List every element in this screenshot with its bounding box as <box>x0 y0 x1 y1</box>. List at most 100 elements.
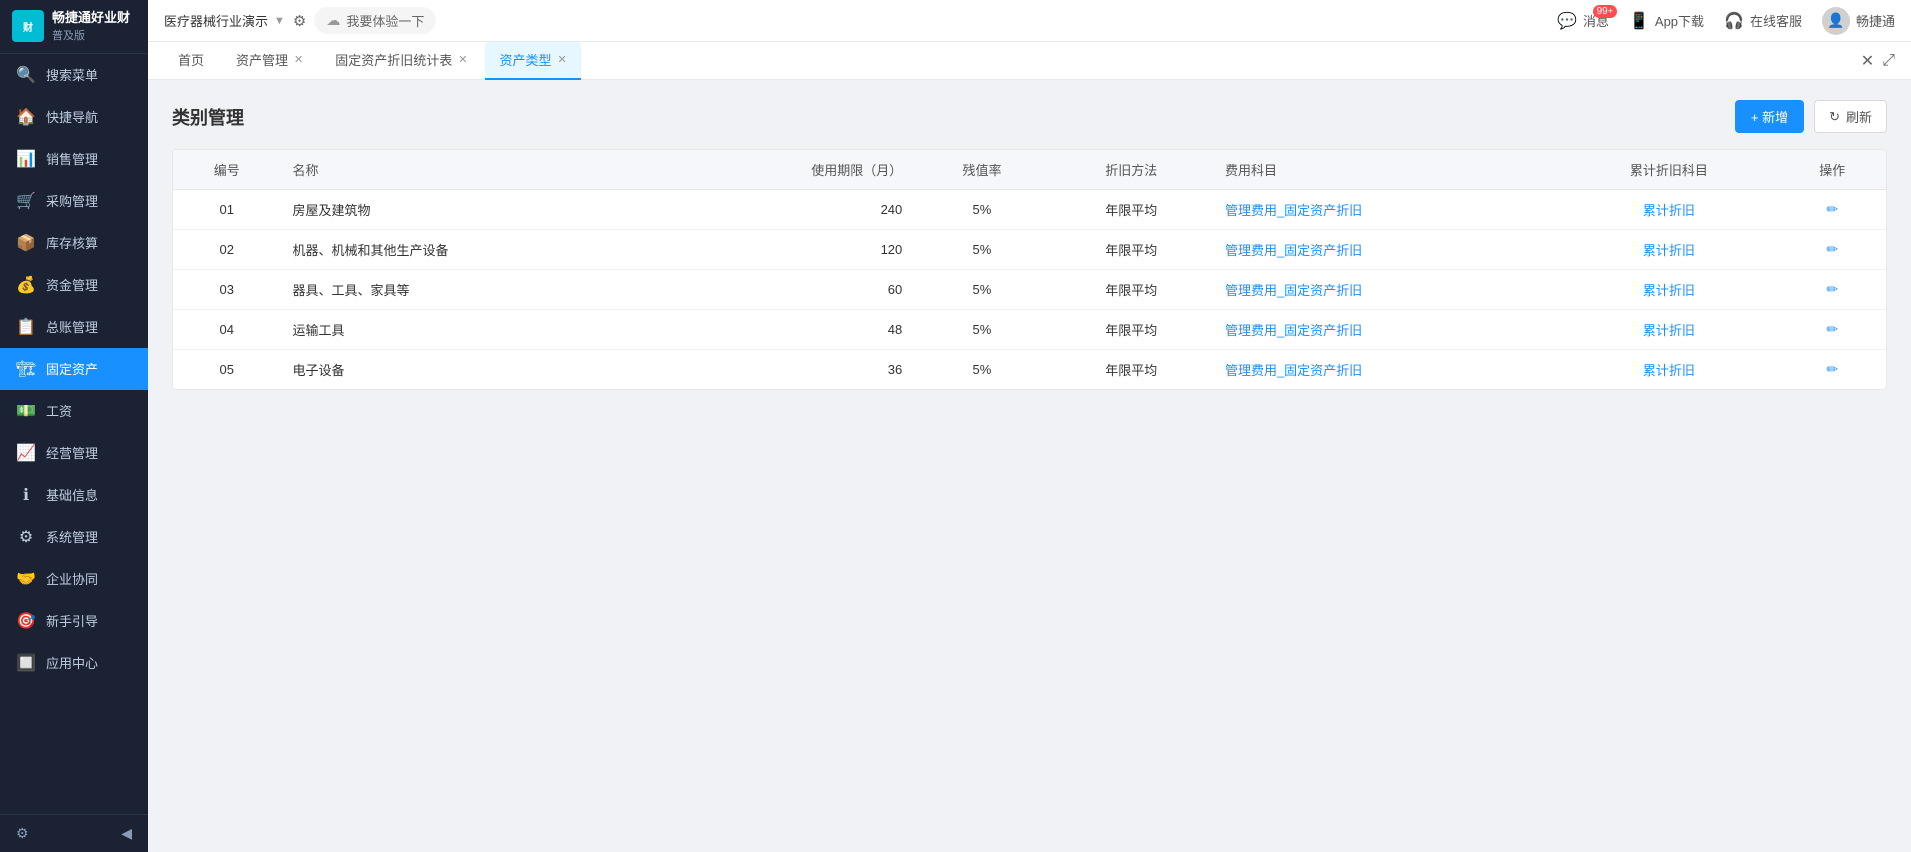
sidebar-item-quick-nav[interactable]: 🏠 快捷导航 <box>0 96 148 138</box>
app-sub: 普及版 <box>52 27 130 43</box>
sidebar-item-guide[interactable]: 🎯 新手引导 <box>0 600 148 642</box>
tab-asset-management[interactable]: 资产管理 ✕ <box>222 42 317 80</box>
refresh-button[interactable]: ↻ 刷新 <box>1814 100 1887 133</box>
col-id: 编号 <box>173 150 280 190</box>
quick-nav-icon: 🏠 <box>16 107 36 127</box>
guide-icon: 🎯 <box>16 611 36 631</box>
capital-label: 资金管理 <box>46 275 98 294</box>
sales-label: 销售管理 <box>46 149 98 168</box>
table-row: 03 器具、工具、家具等 60 5% 年限平均 管理费用_固定资产折旧 累计折旧… <box>173 270 1886 310</box>
company-selector[interactable]: 医疗器械行业演示 ▼ <box>164 11 285 30</box>
app-name: 畅捷通好业财 <box>52 10 130 27</box>
app-center-label: 应用中心 <box>46 653 98 672</box>
cell-method: 年限平均 <box>1050 270 1213 310</box>
topbar-right: 💬 消息 99+ 📱 App下载 🎧 在线客服 👤 畅捷通 <box>1557 7 1895 35</box>
sidebar-item-search-menu[interactable]: 🔍 搜索菜单 <box>0 54 148 96</box>
sidebar-footer: ⚙ ◀ <box>0 814 148 852</box>
tab-asset-type[interactable]: 资产类型 ✕ <box>485 42 580 80</box>
tabs-controls: ✕ ⤢ <box>1861 51 1895 71</box>
quick-nav-label: 快捷导航 <box>46 107 98 126</box>
refresh-icon: ↻ <box>1829 109 1840 125</box>
sidebar-item-purchase[interactable]: 🛒 采购管理 <box>0 180 148 222</box>
cell-name: 机器、机械和其他生产设备 <box>280 230 667 270</box>
topbar-customer-service[interactable]: 🎧 在线客服 <box>1724 11 1802 31</box>
tab-asset-type-close[interactable]: ✕ <box>558 53 567 66</box>
salary-label: 工资 <box>46 401 72 420</box>
sidebar-item-enterprise[interactable]: 🤝 企业协同 <box>0 558 148 600</box>
tab-depreciation-close[interactable]: ✕ <box>458 53 467 66</box>
page-title: 类别管理 <box>172 104 244 130</box>
edit-icon[interactable]: ✏ <box>1826 281 1838 297</box>
new-button[interactable]: + 新增 <box>1735 100 1804 133</box>
cell-expense: 管理费用_固定资产折旧 <box>1213 270 1559 310</box>
cell-expense: 管理费用_固定资产折旧 <box>1213 190 1559 230</box>
cell-accumulated: 累计折旧 <box>1559 350 1778 390</box>
sidebar-item-basic-info[interactable]: ℹ 基础信息 <box>0 474 148 516</box>
sidebar-nav: 🔍 搜索菜单 🏠 快捷导航 📊 销售管理 🛒 采购管理 📦 库存核算 💰 资金管… <box>0 54 148 814</box>
edit-icon[interactable]: ✏ <box>1826 241 1838 257</box>
tab-minimize-btn[interactable]: ✕ <box>1861 51 1874 71</box>
settings-footer-icon[interactable]: ⚙ <box>16 825 29 842</box>
collapse-icon[interactable]: ◀ <box>121 825 132 842</box>
sidebar-item-inventory[interactable]: 📦 库存核算 <box>0 222 148 264</box>
sidebar-item-fixed-assets[interactable]: 🏗 固定资产 <box>0 348 148 390</box>
cell-id: 01 <box>173 190 280 230</box>
cell-action: ✏ <box>1778 190 1886 230</box>
badge-plus: + <box>1608 6 1613 16</box>
table-row: 04 运输工具 48 5% 年限平均 管理费用_固定资产折旧 累计折旧 ✏ <box>173 310 1886 350</box>
customer-service-label: 在线客服 <box>1750 11 1802 30</box>
cell-id: 03 <box>173 270 280 310</box>
edit-icon[interactable]: ✏ <box>1826 321 1838 337</box>
topbar-user[interactable]: 👤 畅捷通 <box>1822 7 1895 35</box>
inventory-label: 库存核算 <box>46 233 98 252</box>
page-header: 类别管理 + 新增 ↻ 刷新 <box>172 100 1887 133</box>
cell-expense: 管理费用_固定资产折旧 <box>1213 350 1559 390</box>
edit-icon[interactable]: ✏ <box>1826 201 1838 217</box>
table-row: 05 电子设备 36 5% 年限平均 管理费用_固定资产折旧 累计折旧 ✏ <box>173 350 1886 390</box>
sidebar-item-ledger[interactable]: 📋 总账管理 <box>0 306 148 348</box>
col-residual: 残值率 <box>914 150 1049 190</box>
user-label: 畅捷通 <box>1856 11 1895 30</box>
tab-expand-btn[interactable]: ⤢ <box>1882 52 1895 70</box>
sidebar-item-system[interactable]: ⚙ 系统管理 <box>0 516 148 558</box>
sidebar-item-app-center[interactable]: 🔲 应用中心 <box>0 642 148 684</box>
enterprise-icon: 🤝 <box>16 569 36 589</box>
cell-method: 年限平均 <box>1050 350 1213 390</box>
purchase-icon: 🛒 <box>16 191 36 211</box>
tab-asset-management-label: 资产管理 <box>236 50 288 69</box>
tabs-bar: 首页 资产管理 ✕ 固定资产折旧统计表 ✕ 资产类型 ✕ ✕ ⤢ <box>148 42 1911 80</box>
avatar: 👤 <box>1822 7 1850 35</box>
operations-icon: 📈 <box>16 443 36 463</box>
sidebar: 财 畅捷通好业财 普及版 🔍 搜索菜单 🏠 快捷导航 📊 销售管理 🛒 采购管理… <box>0 0 148 852</box>
cell-residual: 5% <box>914 230 1049 270</box>
sidebar-item-operations[interactable]: 📈 经营管理 <box>0 432 148 474</box>
cell-id: 04 <box>173 310 280 350</box>
sales-icon: 📊 <box>16 149 36 169</box>
col-method: 折旧方法 <box>1050 150 1213 190</box>
hint-button[interactable]: ☁ 我要体验一下 <box>314 7 436 34</box>
topbar-messages[interactable]: 💬 消息 99+ <box>1557 11 1609 31</box>
content-area: 类别管理 + 新增 ↻ 刷新 编号 名称 使用期限（月） 残值率 折旧方法 <box>148 80 1911 852</box>
sidebar-item-salary[interactable]: 💵 工资 <box>0 390 148 432</box>
cell-action: ✏ <box>1778 310 1886 350</box>
sidebar-item-sales[interactable]: 📊 销售管理 <box>0 138 148 180</box>
app-download-label: App下载 <box>1655 11 1704 30</box>
company-settings-icon[interactable]: ⚙ <box>293 12 306 30</box>
page-actions: + 新增 ↻ 刷新 <box>1735 100 1887 133</box>
table-row: 01 房屋及建筑物 240 5% 年限平均 管理费用_固定资产折旧 累计折旧 ✏ <box>173 190 1886 230</box>
topbar-app-download[interactable]: 📱 App下载 <box>1629 11 1704 31</box>
capital-icon: 💰 <box>16 275 36 295</box>
guide-label: 新手引导 <box>46 611 98 630</box>
tab-asset-management-close[interactable]: ✕ <box>294 53 303 66</box>
sidebar-item-capital[interactable]: 💰 资金管理 <box>0 264 148 306</box>
tab-depreciation-table[interactable]: 固定资产折旧统计表 ✕ <box>321 42 481 80</box>
table-header-row: 编号 名称 使用期限（月） 残值率 折旧方法 费用科目 累计折旧科目 操作 <box>173 150 1886 190</box>
edit-icon[interactable]: ✏ <box>1826 361 1838 377</box>
cell-accumulated: 累计折旧 <box>1559 190 1778 230</box>
customer-service-icon: 🎧 <box>1724 11 1744 31</box>
cell-method: 年限平均 <box>1050 190 1213 230</box>
logo-icon: 财 <box>12 10 44 42</box>
tab-home[interactable]: 首页 <box>164 42 218 80</box>
app-center-icon: 🔲 <box>16 653 36 673</box>
cell-accumulated: 累计折旧 <box>1559 230 1778 270</box>
